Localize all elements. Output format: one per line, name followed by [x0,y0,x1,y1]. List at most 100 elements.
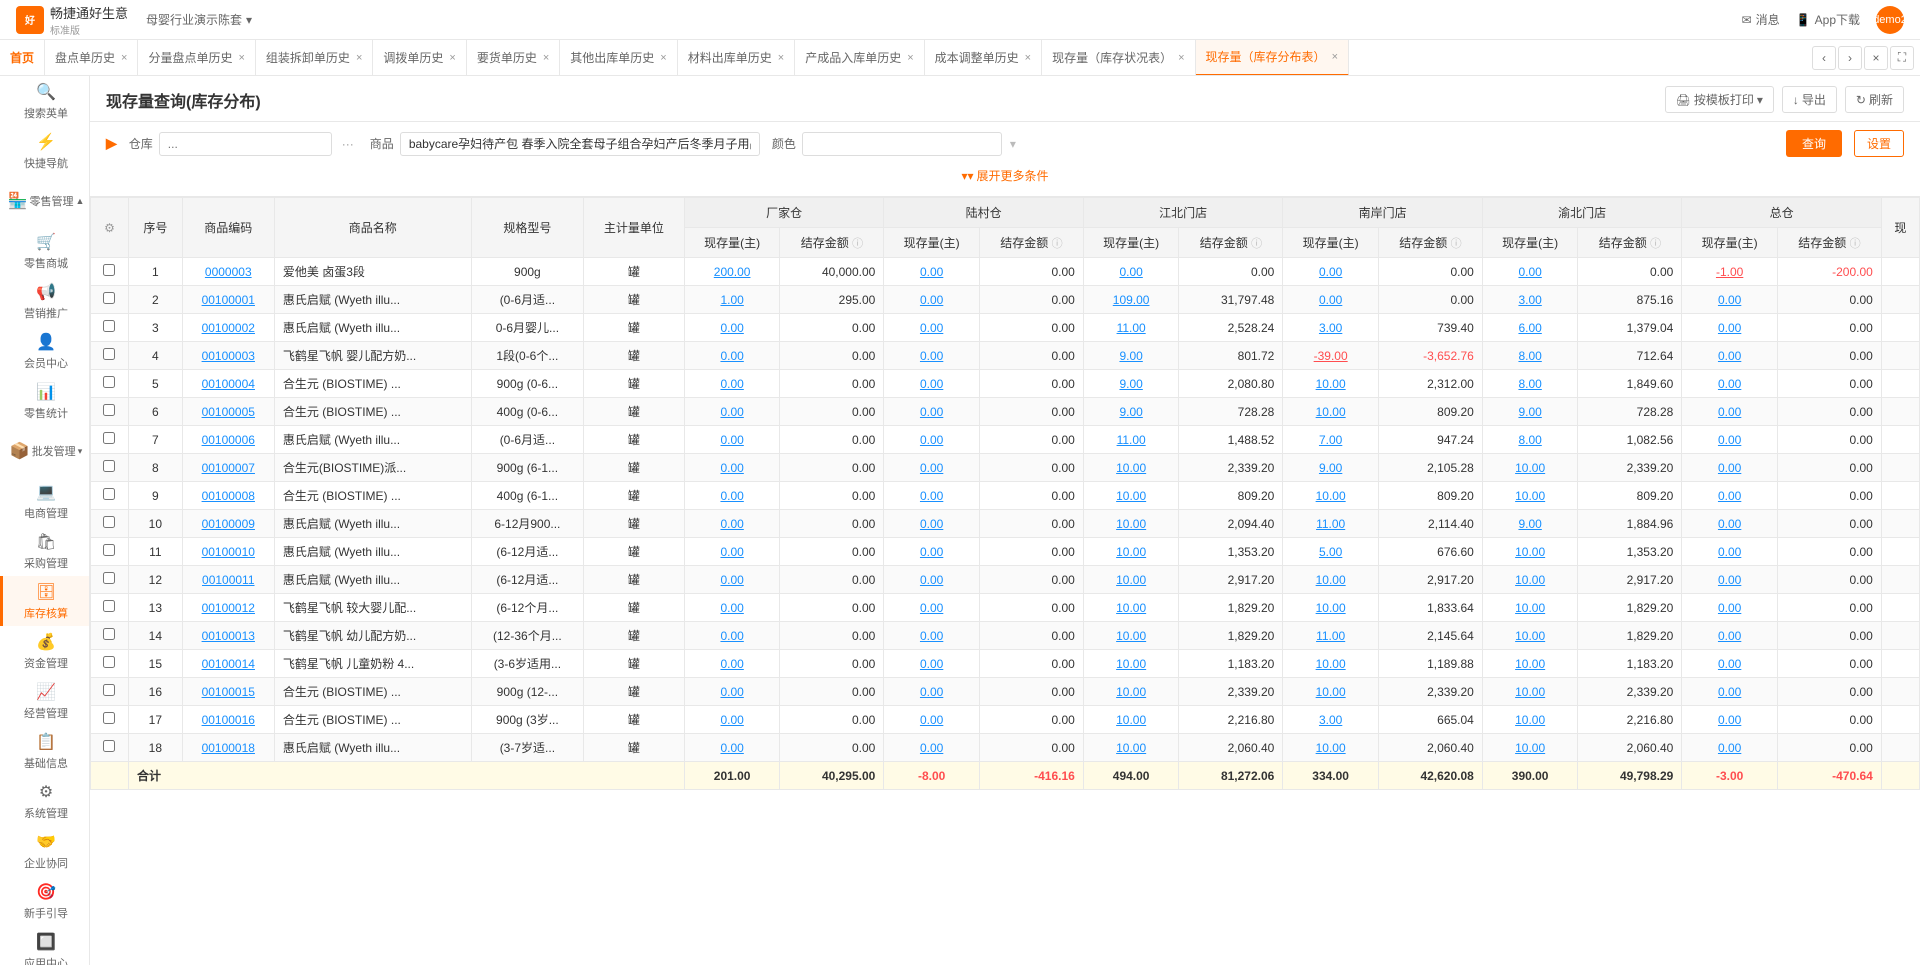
tab-order[interactable]: 要货单历史 × [467,40,560,75]
sidebar-item-apps[interactable]: 🔲 应用中心 [0,926,89,965]
warehouse-input[interactable] [159,132,332,156]
tab-material[interactable]: 材料出库单历史 × [678,40,795,75]
row-check[interactable] [91,510,129,538]
row-total-qty: 0.00 [1682,594,1778,622]
row-unit: 罐 [583,258,684,286]
sidebar-item-inventory[interactable]: 🗄 库存核算 [0,576,89,626]
nav-close-btn[interactable]: × [1864,46,1888,70]
row-check[interactable] [91,678,129,706]
tab-cost[interactable]: 成本调整单历史 × [925,40,1042,75]
tab-finished[interactable]: 产成品入库单历史 × [795,40,924,75]
close-icon[interactable]: × [778,52,784,64]
row-check[interactable] [91,426,129,454]
sidebar-item-marketing[interactable]: 📢 营销推广 [0,276,89,326]
sidebar-item-basic[interactable]: 📋 基础信息 [0,726,89,776]
th-gear[interactable]: ⚙ [91,198,129,258]
row-check[interactable] [91,650,129,678]
sidebar-item-finance[interactable]: 💰 资金管理 [0,626,89,676]
row-check[interactable] [91,454,129,482]
close-icon[interactable]: × [1178,52,1184,64]
industry-selector[interactable]: 母婴行业演示陈套 ▾ [146,11,252,28]
tab-transfer[interactable]: 调拨单历史 × [373,40,466,75]
row-total-amt: 0.00 [1777,370,1881,398]
print-btn[interactable]: 🖨 按模板打印 ▾ [1665,86,1774,113]
tab-sub-inventory[interactable]: 分量盘点单历史 × [138,40,255,75]
row-name: 惠氏启赋 (Wyeth illu... [274,538,471,566]
sidebar-item-purchase[interactable]: 🛍 采购管理 [0,526,89,576]
row-extra [1881,342,1919,370]
sidebar-item-ecom[interactable]: 💻 电商管理 [0,476,89,526]
warehouse-dots-btn[interactable]: ··· [338,137,358,151]
message-btn[interactable]: ✉ 消息 [1742,11,1780,28]
expand-conditions-btn[interactable]: ▾▾ 展开更多条件 [953,163,1056,188]
tab-stock-dist[interactable]: 现存量（库存分布表） × [1196,40,1349,75]
sidebar-item-retail[interactable]: 🏪 零售管理 ▲ [0,176,89,226]
row-check[interactable] [91,566,129,594]
nav-next-btn[interactable]: › [1838,46,1862,70]
goods-filter: 商品 [370,132,760,156]
row-total-qty: 0.00 [1682,286,1778,314]
row-idx: 3 [128,314,182,342]
row-check[interactable] [91,734,129,762]
row-check[interactable] [91,286,129,314]
sidebar-item-wholesale[interactable]: 📦 批发管理 ▾ [0,426,89,476]
row-check[interactable] [91,482,129,510]
sidebar-item-nav[interactable]: ⚡ 快捷导航 [0,126,89,176]
query-button[interactable]: 查询 [1786,130,1842,157]
row-fj-amt: 0.00 [780,706,884,734]
row-check[interactable] [91,622,129,650]
close-icon[interactable]: × [121,52,127,64]
close-icon[interactable]: × [356,52,362,64]
settings-button[interactable]: 设置 [1854,130,1904,157]
gear-icon[interactable]: ⚙ [104,221,115,235]
row-check[interactable] [91,594,129,622]
app-download-btn[interactable]: 📱 App下载 [1796,11,1860,28]
tab-inventory-check[interactable]: 盘点单历史 × [45,40,138,75]
sidebar-item-system[interactable]: ⚙ 系统管理 [0,776,89,826]
th-na-qty: 现存量(主) [1283,228,1379,258]
nav-expand-btn[interactable]: ⛶ [1890,46,1914,70]
sidebar-item-mall[interactable]: 🛒 零售商城 [0,226,89,276]
row-check[interactable] [91,538,129,566]
color-dropdown-icon[interactable]: ▾ [1010,137,1016,151]
row-check[interactable] [91,398,129,426]
row-extra [1881,734,1919,762]
member-icon: 👤 [36,332,56,352]
close-icon[interactable]: × [238,52,244,64]
sidebar-item-collab[interactable]: 🤝 企业协同 [0,826,89,876]
row-jb-amt: 0.00 [1179,258,1283,286]
sidebar-label-mall: 零售商城 [24,255,68,271]
search-icon: 🔍 [36,82,56,102]
sidebar-item-guide[interactable]: 🎯 新手引导 [0,876,89,926]
refresh-btn[interactable]: ↻ 刷新 [1845,86,1904,113]
close-icon[interactable]: × [660,52,666,64]
row-check[interactable] [91,706,129,734]
row-yb-qty: 8.00 [1482,342,1578,370]
row-check[interactable] [91,342,129,370]
tab-assembly[interactable]: 组装拆卸单历史 × [256,40,373,75]
row-total-amt: 0.00 [1777,482,1881,510]
nav-prev-btn[interactable]: ‹ [1812,46,1836,70]
tab-stock-status[interactable]: 现存量（库存状况表） × [1042,40,1195,75]
row-check[interactable] [91,314,129,342]
close-icon[interactable]: × [907,52,913,64]
user-avatar[interactable]: demo2 [1876,6,1904,34]
close-icon[interactable]: × [543,52,549,64]
color-input[interactable] [802,132,1002,156]
filter-toggle-icon[interactable]: ▶ [106,135,117,152]
close-icon[interactable]: × [1025,52,1031,64]
sidebar-label-finance: 资金管理 [24,655,68,671]
row-check[interactable] [91,370,129,398]
tab-outbound[interactable]: 其他出库单历史 × [560,40,677,75]
goods-input[interactable] [400,132,760,156]
close-icon[interactable]: × [449,52,455,64]
sidebar-label-collab: 企业协同 [24,855,68,871]
export-btn[interactable]: ↓ 导出 [1782,86,1837,113]
tab-home[interactable]: 首页 [0,40,45,75]
close-icon[interactable]: × [1332,51,1338,63]
sidebar-item-search[interactable]: 🔍 搜索英单 [0,76,89,126]
row-check[interactable] [91,258,129,286]
sidebar-item-member[interactable]: 👤 会员中心 [0,326,89,376]
sidebar-item-retail-stat[interactable]: 📊 零售统计 [0,376,89,426]
sidebar-item-operation[interactable]: 📈 经营管理 [0,676,89,726]
